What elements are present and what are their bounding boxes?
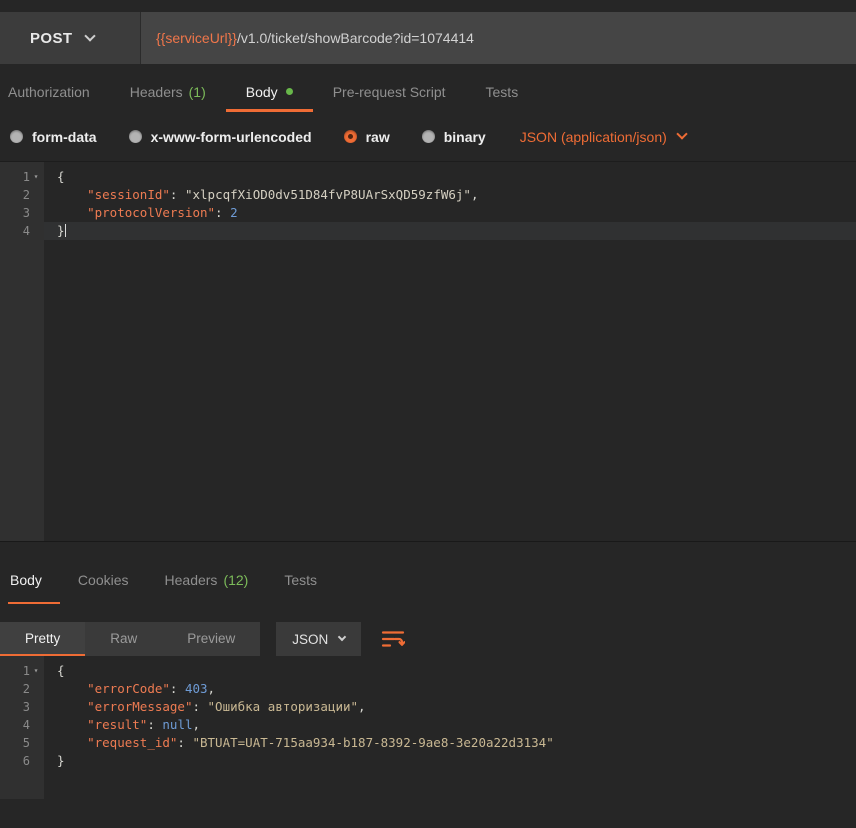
view-pretty-button[interactable]: Pretty: [0, 622, 86, 656]
code-line: }: [44, 222, 856, 240]
request-tabs: Authorization Headers (1) Body Pre-reque…: [0, 74, 856, 112]
method-label: POST: [30, 29, 73, 47]
url-variable: {{serviceUrl}}: [156, 30, 237, 46]
response-body-editor[interactable]: 1 ▾ 2 3 4 5 6 { "errorCode": 403, "errorMe…: [0, 656, 856, 799]
format-dropdown[interactable]: JSON: [276, 622, 362, 656]
tab-label: Pre-request Script: [332, 83, 446, 100]
line-number: 1 ▾: [0, 168, 44, 186]
tab-label: Tests: [284, 572, 318, 588]
wrap-lines-icon: [382, 631, 406, 647]
code-line: "result": null,: [87, 717, 201, 732]
code-line: {: [57, 169, 65, 184]
tab-label: Tests: [485, 83, 519, 100]
response-toolbar: Pretty Raw Preview JSON: [0, 622, 856, 656]
text-cursor: [64, 224, 66, 237]
postman-app: POST {{serviceUrl}}/v1.0/ticket/showBarc…: [0, 12, 856, 799]
code-line: "request_id": "BTUAT=UAT-715aa934-b187-8…: [87, 735, 554, 750]
tab-label: Body: [10, 572, 42, 588]
body-type-x-www-form-urlencoded[interactable]: x-www-form-urlencoded: [128, 128, 312, 145]
body-type-binary[interactable]: binary: [421, 128, 486, 145]
code-line: "sessionId": "xlpcqfXiOD0dv51D84fvP8UArS…: [87, 187, 479, 202]
response-tabs: Body Cookies Headers (12) Tests: [0, 558, 856, 604]
chevron-down-icon: [338, 632, 347, 641]
fold-caret-icon[interactable]: ▾: [30, 662, 42, 680]
method-selector[interactable]: POST: [0, 12, 141, 64]
line-number: 4: [22, 718, 30, 732]
url-input[interactable]: {{serviceUrl}}/v1.0/ticket/showBarcode?i…: [141, 12, 856, 64]
content-type-label: JSON (application/json): [519, 128, 667, 145]
radio-label: form-data: [32, 128, 97, 145]
tab-headers[interactable]: Headers (1): [110, 74, 226, 112]
radio-label: binary: [443, 128, 486, 145]
code-line: "protocolVersion": 2: [87, 205, 238, 220]
radio-icon: [421, 130, 435, 143]
body-type-form-data[interactable]: form-data: [10, 129, 97, 145]
url-path: /v1.0/ticket/showBarcode?id=1074414: [236, 30, 474, 46]
line-number: 3: [22, 206, 30, 220]
line-number: 1 ▾: [0, 662, 44, 680]
response-tab-tests[interactable]: Tests: [266, 558, 335, 604]
code-line: {: [57, 663, 65, 678]
code-line: "errorCode": 403,: [87, 681, 216, 696]
tab-pre-request-script[interactable]: Pre-request Script: [313, 74, 466, 112]
tab-authorization[interactable]: Authorization: [8, 74, 110, 112]
line-number: 2: [22, 188, 30, 202]
view-label: Preview: [187, 630, 236, 646]
tab-label: Headers: [164, 572, 218, 588]
radio-label: x-www-form-urlencoded: [150, 128, 312, 145]
chevron-down-icon: [676, 128, 688, 140]
view-preview-button[interactable]: Preview: [162, 622, 260, 656]
response-editor-gutter: 1 ▾ 2 3 4 5 6: [0, 656, 44, 799]
view-raw-button[interactable]: Raw: [85, 622, 162, 656]
request-body-editor[interactable]: 1 ▾ 2 3 4 { "sessionId": "xlpcqfXiOD0dv51D…: [0, 162, 856, 542]
radio-icon: [10, 130, 23, 143]
code-line: }: [57, 753, 65, 768]
view-label: Pretty: [25, 630, 61, 646]
radio-icon: [128, 130, 142, 143]
headers-count-badge: (12): [223, 572, 249, 588]
tab-label: Authorization: [8, 83, 90, 100]
code-line: "errorMessage": "Ошибка авторизации",: [87, 699, 366, 714]
response-tab-body[interactable]: Body: [8, 558, 60, 604]
line-number: 4: [22, 224, 30, 238]
content-type-dropdown[interactable]: JSON (application/json): [519, 128, 688, 145]
response-tab-cookies[interactable]: Cookies: [60, 558, 147, 604]
line-number: 5: [22, 736, 30, 750]
green-dot-icon: [285, 88, 293, 95]
body-type-row: form-data x-www-form-urlencoded raw bina…: [0, 112, 856, 162]
format-label: JSON: [292, 631, 329, 647]
headers-count-badge: (1): [188, 83, 206, 100]
radio-selected-icon: [343, 130, 357, 143]
radio-label: raw: [365, 128, 390, 145]
line-number: 2: [22, 682, 30, 696]
chevron-down-icon: [84, 29, 97, 42]
tab-tests[interactable]: Tests: [466, 74, 539, 112]
wrap-lines-button[interactable]: [377, 622, 409, 656]
line-number: 6: [22, 754, 30, 768]
request-editor-code[interactable]: { "sessionId": "xlpcqfXiOD0dv51D84fvP8UA…: [44, 162, 856, 541]
view-switcher: Pretty Raw Preview: [0, 622, 261, 656]
tab-label: Cookies: [77, 572, 129, 588]
request-url-bar: POST {{serviceUrl}}/v1.0/ticket/showBarc…: [0, 12, 856, 64]
body-type-raw[interactable]: raw: [343, 128, 390, 145]
tab-label: Body: [245, 83, 278, 100]
response-editor-code[interactable]: { "errorCode": 403, "errorMessage": "Оши…: [44, 656, 856, 799]
view-label: Raw: [110, 630, 138, 646]
response-tab-headers[interactable]: Headers (12): [147, 558, 267, 604]
tab-body[interactable]: Body: [225, 74, 313, 112]
request-editor-gutter: 1 ▾ 2 3 4: [0, 162, 44, 541]
line-number: 3: [22, 700, 30, 714]
tab-label: Headers: [129, 83, 183, 100]
fold-caret-icon[interactable]: ▾: [30, 168, 42, 186]
